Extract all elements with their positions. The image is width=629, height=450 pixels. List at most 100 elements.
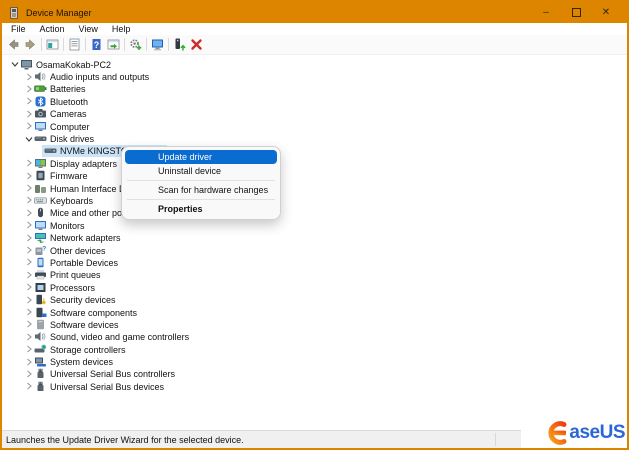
menu-file[interactable]: File	[4, 24, 33, 34]
tree-row[interactable]: Human Interface Devices	[2, 182, 627, 194]
processor-icon	[34, 282, 47, 293]
tree-row[interactable]: Software components	[2, 306, 627, 318]
tree-row[interactable]: Portable Devices	[2, 256, 627, 268]
tree-row[interactable]: Universal Serial Bus devices	[2, 380, 627, 392]
chevron-right-icon[interactable]	[23, 270, 34, 280]
chevron-right-icon[interactable]	[23, 183, 34, 193]
easeus-logo-e-icon	[545, 420, 569, 446]
enable-device-icon[interactable]	[171, 37, 188, 53]
action-pane-icon[interactable]	[105, 37, 122, 53]
storage-icon	[34, 344, 47, 355]
scan-hardware-icon[interactable]	[127, 37, 144, 53]
status-bar-divider	[495, 433, 496, 446]
chevron-right-icon[interactable]	[23, 220, 34, 230]
tree-item-label: Bluetooth	[50, 96, 89, 107]
tree-row[interactable]: Display adapters	[2, 157, 627, 169]
uninstall-x-icon[interactable]	[188, 37, 205, 53]
device-tree: OsamaKokab-PC2 Audio inputs and outputs Ba…	[2, 55, 627, 430]
software-device-icon	[34, 319, 47, 330]
close-icon[interactable]: ✕	[591, 2, 621, 23]
tree-row[interactable]: Software devices	[2, 318, 627, 330]
context-menu-item-scan-for-hardware-changes[interactable]: Scan for hardware changes	[125, 183, 277, 197]
tree-item-label: Monitors	[50, 220, 85, 231]
tree-item-label: Cameras	[50, 109, 87, 120]
tree-row[interactable]: Storage controllers	[2, 343, 627, 355]
tree-row[interactable]: Monitors	[2, 219, 627, 231]
toolbar-separator	[41, 38, 42, 51]
tree-row[interactable]: OsamaKokab-PC2	[2, 58, 627, 70]
tree-row[interactable]: ? Other devices	[2, 244, 627, 256]
chevron-down-icon[interactable]	[23, 134, 34, 144]
chevron-right-icon[interactable]	[23, 332, 34, 342]
tree-row[interactable]: Bluetooth	[2, 95, 627, 107]
context-menu-item-update-driver[interactable]: Update driver	[125, 150, 277, 164]
tree-row[interactable]: Mice and other pointing devices	[2, 207, 627, 219]
tree-item-label: Network adapters	[50, 233, 121, 244]
tree-row[interactable]: System devices	[2, 355, 627, 367]
svg-text:?: ?	[42, 245, 46, 252]
tree-row[interactable]: NVMe KINGSTON	[2, 144, 627, 157]
svg-text:?: ?	[94, 40, 100, 50]
tree-row[interactable]: Firmware	[2, 170, 627, 182]
chevron-right-icon[interactable]	[23, 307, 34, 317]
tree-row[interactable]: Security devices	[2, 293, 627, 305]
context-menu-item-properties[interactable]: Properties	[125, 202, 277, 216]
chevron-right-icon[interactable]	[23, 158, 34, 168]
chevron-right-icon[interactable]	[23, 319, 34, 329]
tree-row[interactable]: Sound, video and game controllers	[2, 331, 627, 343]
keyboard-icon	[34, 195, 47, 206]
tree-row[interactable]: Network adapters	[2, 231, 627, 244]
chevron-right-icon[interactable]	[23, 257, 34, 267]
chevron-right-icon[interactable]	[23, 233, 34, 243]
tree-item-label: Software components	[50, 307, 138, 318]
speaker-icon	[34, 71, 47, 82]
device-manager-window: Device Manager – ✕ File Action View Help ? …	[0, 0, 629, 450]
menu-view[interactable]: View	[72, 24, 105, 34]
chevron-right-icon[interactable]	[23, 344, 34, 354]
software-component-icon	[34, 307, 47, 318]
chevron-right-icon[interactable]	[23, 84, 34, 94]
help-icon[interactable]: ?	[88, 37, 105, 53]
easeus-watermark: aseUS	[521, 418, 627, 448]
bluetooth-icon	[34, 96, 47, 107]
tree-row[interactable]: Batteries	[2, 83, 627, 95]
chevron-right-icon[interactable]	[23, 357, 34, 367]
menu-help[interactable]: Help	[105, 24, 138, 34]
chevron-right-icon[interactable]	[23, 72, 34, 82]
chevron-right-icon[interactable]	[23, 171, 34, 181]
forward-arrow-icon[interactable]	[22, 37, 39, 53]
chevron-down-icon[interactable]	[9, 59, 20, 69]
tree-row[interactable]: Print queues	[2, 269, 627, 281]
tree-row[interactable]: Processors	[2, 281, 627, 293]
tree-row[interactable]: Universal Serial Bus controllers	[2, 368, 627, 380]
tree-item-label: Print queues	[50, 270, 101, 281]
disk-icon	[34, 133, 47, 144]
properties-list-icon[interactable]	[66, 37, 83, 53]
chevron-right-icon[interactable]	[23, 245, 34, 255]
update-driver-monitor-icon[interactable]	[149, 37, 166, 53]
system-icon	[34, 356, 47, 367]
tree-item-label: Universal Serial Bus controllers	[50, 369, 176, 380]
chevron-right-icon[interactable]	[23, 369, 34, 379]
menu-action[interactable]: Action	[33, 24, 72, 34]
chevron-right-icon[interactable]	[23, 282, 34, 292]
chevron-right-icon[interactable]	[23, 121, 34, 131]
maximize-icon[interactable]	[561, 2, 591, 23]
console-tree-icon[interactable]	[44, 37, 61, 53]
tree-row[interactable]: Computer	[2, 120, 627, 132]
back-arrow-icon[interactable]	[5, 37, 22, 53]
context-menu-item-uninstall-device[interactable]: Uninstall device	[125, 164, 277, 178]
tree-row[interactable]: Cameras	[2, 108, 627, 120]
tree-row[interactable]: Keyboards	[2, 194, 627, 206]
chevron-right-icon[interactable]	[23, 208, 34, 218]
tree-item-label: Disk drives	[50, 134, 95, 145]
tree-item-label: Firmware	[50, 171, 88, 182]
chevron-right-icon[interactable]	[23, 109, 34, 119]
chevron-right-icon[interactable]	[23, 295, 34, 305]
chevron-right-icon[interactable]	[23, 381, 34, 391]
tree-row[interactable]: Disk drives	[2, 132, 627, 144]
minimize-icon[interactable]: –	[531, 2, 561, 23]
chevron-right-icon[interactable]	[23, 96, 34, 106]
chevron-right-icon[interactable]	[23, 195, 34, 205]
tree-row[interactable]: Audio inputs and outputs	[2, 70, 627, 82]
